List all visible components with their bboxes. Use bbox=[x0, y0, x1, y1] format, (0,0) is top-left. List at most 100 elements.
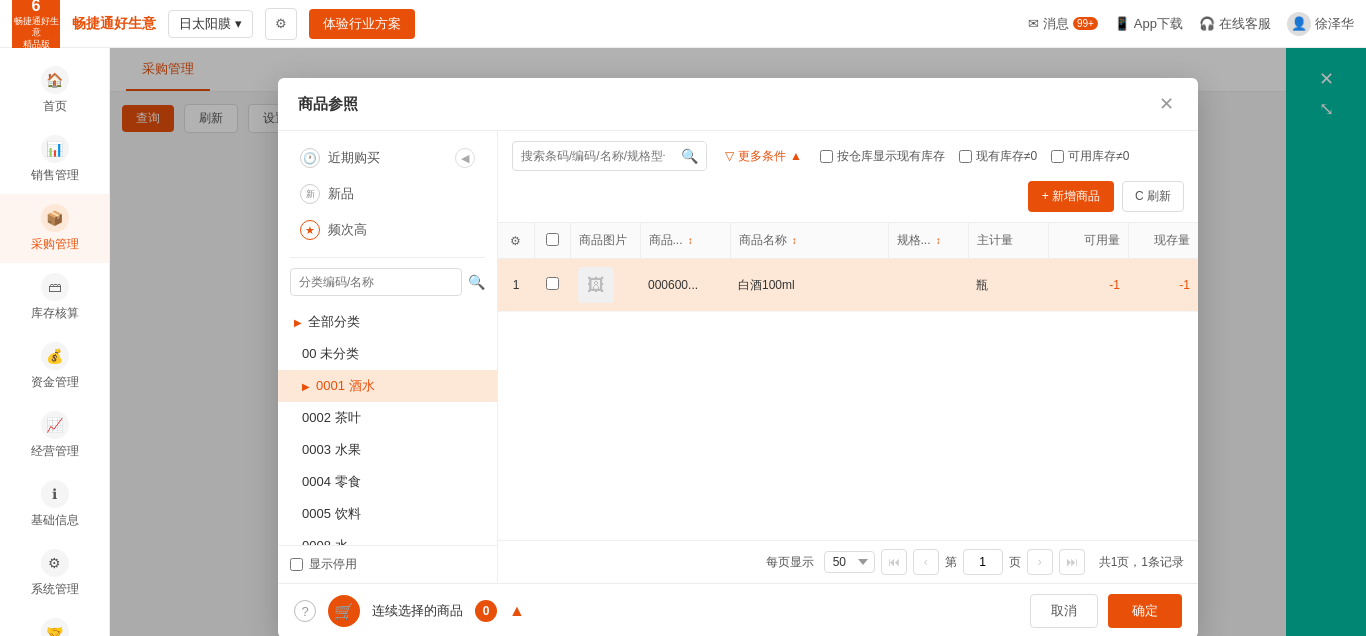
messages-item[interactable]: ✉ 消息 99+ bbox=[1028, 15, 1098, 33]
online-service-item[interactable]: 🎧 在线客服 bbox=[1199, 15, 1271, 33]
sales-icon: 📊 bbox=[41, 135, 69, 163]
per-page-label: 每页显示 bbox=[766, 554, 814, 571]
row-unit: 瓶 bbox=[968, 259, 1048, 312]
row-num: 1 bbox=[498, 259, 534, 312]
page-number-input[interactable] bbox=[963, 549, 1003, 575]
user-avatar: 👤 bbox=[1287, 12, 1311, 36]
sidebar-item-operations[interactable]: 📈 经营管理 bbox=[0, 401, 109, 470]
help-icon[interactable]: ? bbox=[294, 600, 316, 622]
active-arrow-icon: ▶ bbox=[302, 381, 310, 392]
select-all-checkbox[interactable] bbox=[546, 233, 559, 246]
modal-close-button[interactable]: ✕ bbox=[1154, 92, 1178, 116]
cart-icon-wrap[interactable]: 🛒 bbox=[328, 595, 360, 627]
category-0004[interactable]: 0004 零食 bbox=[278, 466, 497, 498]
collapse-footer-icon[interactable]: ▲ bbox=[509, 602, 525, 620]
sidebar-item-collab[interactable]: 🤝 企业协同 bbox=[0, 608, 109, 636]
th-product-code[interactable]: 商品... ↕ bbox=[640, 223, 730, 259]
app-download-item[interactable]: 📱 App下载 bbox=[1114, 15, 1183, 33]
product-table-wrap: ⚙ 商品图片 商品... ↕ 商品名称 bbox=[498, 223, 1198, 540]
checkbox-current-stock[interactable]: 现有库存≠0 bbox=[959, 148, 1037, 165]
row-name: 白酒100ml bbox=[730, 259, 888, 312]
settings-icon[interactable]: ⚙ bbox=[265, 8, 297, 40]
modal-header: 商品参照 ✕ bbox=[278, 78, 1198, 131]
sort-spec-icon: ↕ bbox=[936, 235, 941, 246]
category-0005[interactable]: 0005 饮料 bbox=[278, 498, 497, 530]
cat-all-label: 全部分类 bbox=[308, 313, 360, 331]
sidebar-item-purchase[interactable]: 📦 采购管理 bbox=[0, 194, 109, 263]
filter-icon: ▽ bbox=[725, 149, 734, 163]
row-checkbox-cell[interactable] bbox=[534, 259, 570, 312]
divider bbox=[290, 257, 485, 258]
username-label: 徐泽华 bbox=[1315, 15, 1354, 33]
sidebar-label-home: 首页 bbox=[43, 98, 67, 115]
prev-page-button[interactable]: ‹ bbox=[913, 549, 939, 575]
tab-recent-label: 近期购买 bbox=[328, 149, 380, 167]
first-page-button[interactable]: ⏮ bbox=[881, 549, 907, 575]
tab-recent-purchase[interactable]: 🕐 近期购买 ◀ bbox=[290, 141, 485, 175]
avail-stock-checkbox[interactable] bbox=[1051, 150, 1064, 163]
show-disabled-label: 显示停用 bbox=[309, 556, 357, 573]
current-stock-checkbox[interactable] bbox=[959, 150, 972, 163]
collapse-button[interactable]: ◀ bbox=[455, 148, 475, 168]
product-search-input[interactable] bbox=[513, 149, 673, 163]
operations-icon: 📈 bbox=[41, 411, 69, 439]
confirm-button[interactable]: 确定 bbox=[1108, 594, 1182, 628]
next-page-button[interactable]: › bbox=[1027, 549, 1053, 575]
warehouse-stock-checkbox[interactable] bbox=[820, 150, 833, 163]
sidebar-item-home[interactable]: 🏠 首页 bbox=[0, 56, 109, 125]
sidebar-label-finance: 资金管理 bbox=[31, 374, 79, 391]
th-product-name[interactable]: 商品名称 ↕ bbox=[730, 223, 888, 259]
sidebar-item-inventory[interactable]: 🗃 库存核算 bbox=[0, 263, 109, 332]
product-table: ⚙ 商品图片 商品... ↕ 商品名称 bbox=[498, 223, 1198, 312]
cart-icon: 🛒 bbox=[328, 595, 360, 627]
tab-new-products[interactable]: 新 新品 bbox=[290, 177, 485, 211]
category-search-icon[interactable]: 🔍 bbox=[468, 274, 485, 290]
category-00[interactable]: 00 未分类 bbox=[278, 338, 497, 370]
cancel-button[interactable]: 取消 bbox=[1030, 594, 1098, 628]
modal-footer: ? 🛒 连续选择的商品 0 ▲ 取消 确定 bbox=[278, 583, 1198, 636]
sidebar-item-basic[interactable]: ℹ 基础信息 bbox=[0, 470, 109, 539]
category-0008[interactable]: 0008 水 bbox=[278, 530, 497, 545]
continuous-select-label: 连续选择的商品 bbox=[372, 602, 463, 620]
sidebar-label-sales: 销售管理 bbox=[31, 167, 79, 184]
arrow-icon: ▶ bbox=[294, 317, 302, 328]
user-item[interactable]: 👤 徐泽华 bbox=[1287, 12, 1354, 36]
checkbox-avail-stock[interactable]: 可用库存≠0 bbox=[1051, 148, 1129, 165]
th-checkbox[interactable] bbox=[534, 223, 570, 259]
selected-count-badge: 0 bbox=[475, 600, 497, 622]
table-header-row: ⚙ 商品图片 商品... ↕ 商品名称 bbox=[498, 223, 1198, 259]
th-spec[interactable]: 规格... ↕ bbox=[888, 223, 968, 259]
category-0001[interactable]: ▶ 0001 酒水 bbox=[278, 370, 497, 402]
show-disabled-checkbox[interactable] bbox=[290, 558, 303, 571]
category-search-input[interactable] bbox=[290, 268, 462, 296]
th-settings[interactable]: ⚙ bbox=[498, 223, 534, 259]
tab-high-frequency[interactable]: ★ 频次高 bbox=[290, 213, 485, 247]
trial-button[interactable]: 体验行业方案 bbox=[309, 9, 415, 39]
per-page-select[interactable]: 50 10 20 100 bbox=[824, 551, 875, 573]
tab-frequency-label: 频次高 bbox=[328, 221, 367, 239]
table-row[interactable]: 1 🖼 000600... 白酒100ml bbox=[498, 259, 1198, 312]
checkbox-warehouse-stock[interactable]: 按仓库显示现有库存 bbox=[820, 148, 945, 165]
refresh-product-button[interactable]: C 刷新 bbox=[1122, 181, 1184, 212]
sidebar-item-finance[interactable]: 💰 资金管理 bbox=[0, 332, 109, 401]
row-image: 🖼 bbox=[570, 259, 640, 312]
sidebar-item-sales[interactable]: 📊 销售管理 bbox=[0, 125, 109, 194]
sidebar-label-inventory: 库存核算 bbox=[31, 305, 79, 322]
more-filter-button[interactable]: ▽ 更多条件 ▲ bbox=[717, 144, 810, 169]
th-unit: 主计量 bbox=[968, 223, 1048, 259]
modal-overlay: 商品参照 ✕ 🕐 近期购买 ◀ 新 bbox=[110, 48, 1366, 636]
nav-dropdown[interactable]: 日太阳膜 ▾ bbox=[168, 10, 253, 38]
message-badge: 99+ bbox=[1073, 17, 1098, 30]
sidebar-item-system[interactable]: ⚙ 系统管理 bbox=[0, 539, 109, 608]
pagination: 每页显示 50 10 20 100 ⏮ ‹ 第 页 bbox=[498, 540, 1198, 583]
messages-label: 消息 bbox=[1043, 15, 1069, 33]
add-product-button[interactable]: + 新增商品 bbox=[1028, 181, 1114, 212]
category-0002[interactable]: 0002 茶叶 bbox=[278, 402, 497, 434]
product-search-button[interactable]: 🔍 bbox=[673, 142, 706, 170]
category-0003[interactable]: 0003 水果 bbox=[278, 434, 497, 466]
last-page-button[interactable]: ⏭ bbox=[1059, 549, 1085, 575]
row-checkbox[interactable] bbox=[546, 277, 559, 290]
nav-right: ✉ 消息 99+ 📱 App下载 🎧 在线客服 👤 徐泽华 bbox=[1028, 12, 1354, 36]
new-icon: 新 bbox=[300, 184, 320, 204]
category-all[interactable]: ▶ 全部分类 bbox=[278, 306, 497, 338]
